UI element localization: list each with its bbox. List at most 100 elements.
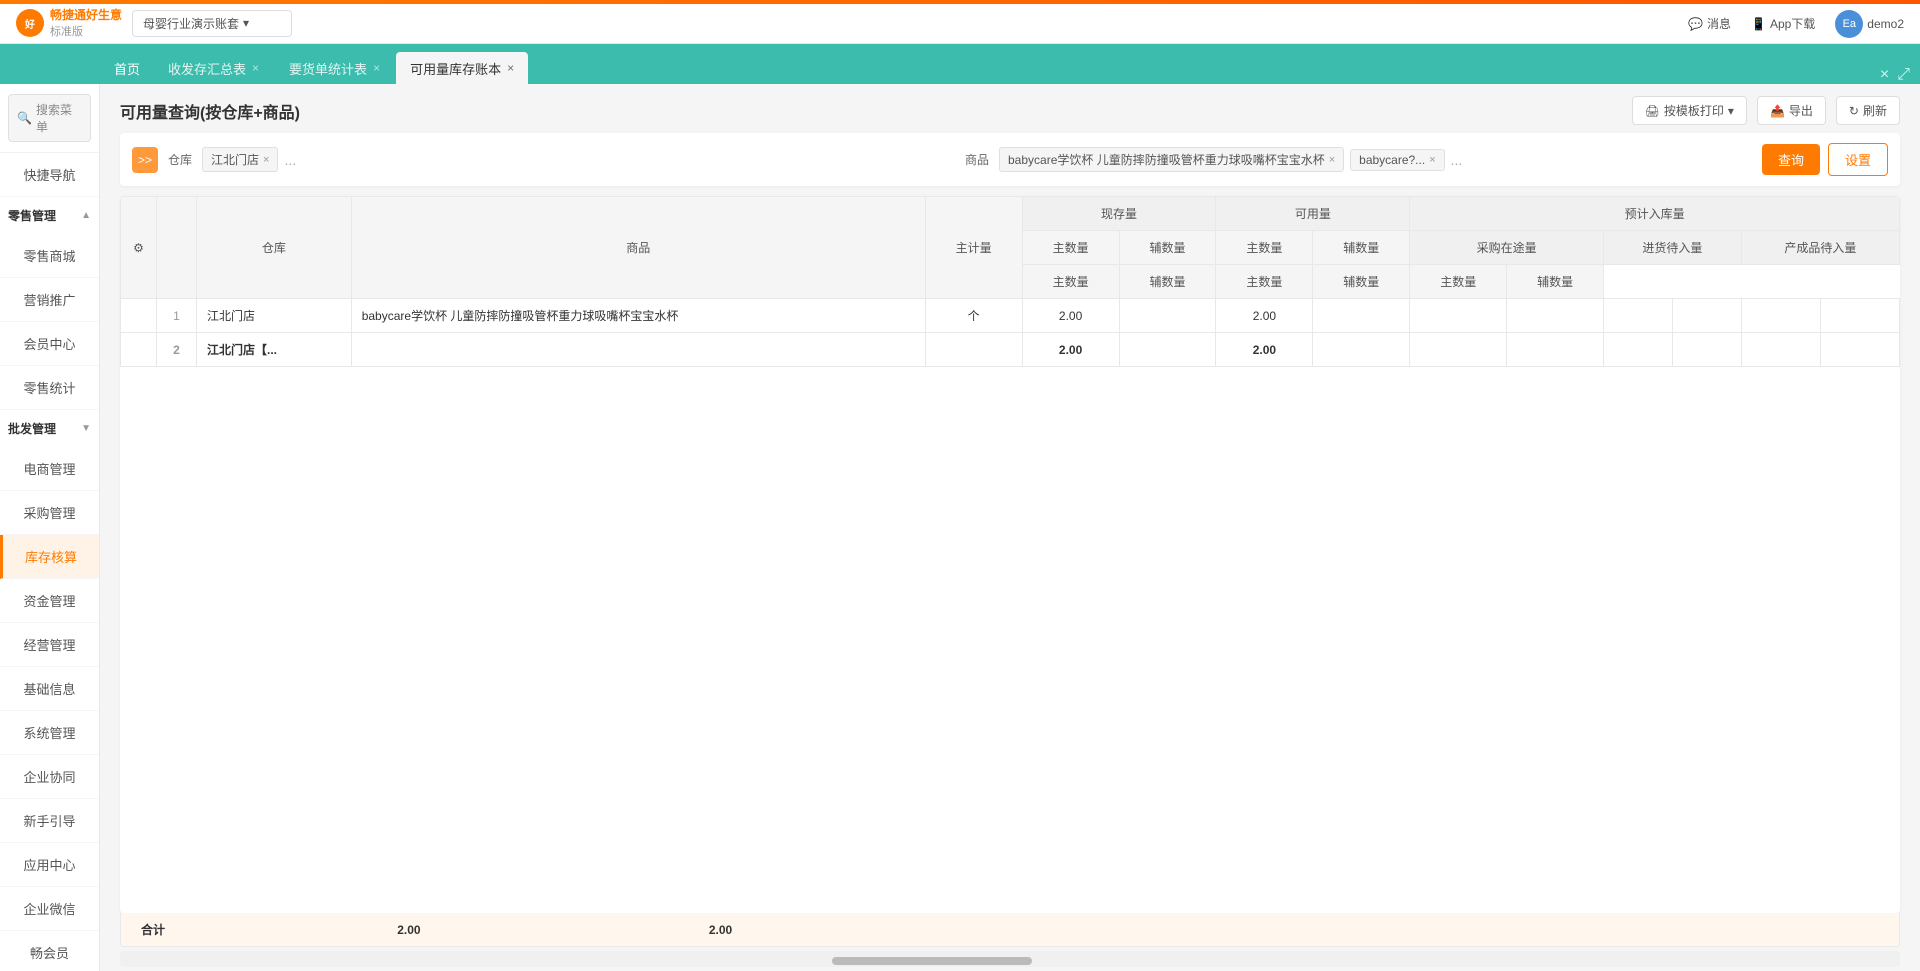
scroll-thumb[interactable] bbox=[832, 957, 1032, 965]
home-tab-label: 首页 bbox=[114, 59, 140, 78]
sidebar-search-area: 🔍 搜索菜单 bbox=[0, 84, 99, 153]
footer-purchase-main bbox=[954, 923, 1110, 937]
table-footer: 合计 2.00 2.00 bbox=[120, 913, 1900, 947]
logo-icon: 好 bbox=[16, 9, 44, 37]
sidebar-retail-mall-label: 零售商城 bbox=[23, 249, 75, 264]
product-tag-2-remove[interactable]: × bbox=[1429, 154, 1435, 166]
user-menu[interactable]: Ea demo2 bbox=[1835, 10, 1904, 38]
warehouse-tag-remove[interactable]: × bbox=[263, 154, 269, 166]
tab-close-all-button[interactable]: × bbox=[1880, 66, 1889, 84]
tab-inventory-close[interactable]: × bbox=[507, 61, 514, 75]
message-icon: 💬 bbox=[1688, 17, 1703, 31]
sidebar-item-member[interactable]: 畅会员 bbox=[0, 931, 99, 971]
sidebar-item-member-center[interactable]: 会员中心 bbox=[0, 322, 99, 366]
th-warehouse: 仓库 bbox=[197, 197, 352, 299]
product-tag-1-remove[interactable]: × bbox=[1329, 154, 1335, 166]
tab-inventory[interactable]: 可用量库存账本 × bbox=[396, 52, 528, 84]
content-header: 可用量查询(按仓库+商品) 🖨 按模板打印 ▾ 📤 导出 ↻ 刷新 bbox=[100, 84, 1920, 133]
sidebar-item-retail-mall[interactable]: 零售商城 bbox=[0, 234, 99, 278]
retail-arrow-icon: ▲ bbox=[81, 210, 91, 221]
sidebar-item-enterprise-collab[interactable]: 企业协同 bbox=[0, 755, 99, 799]
th-gear[interactable]: ⚙ bbox=[121, 197, 157, 299]
tab-home[interactable]: 首页 bbox=[100, 52, 154, 84]
print-arrow-icon: ▾ bbox=[1728, 104, 1734, 118]
sidebar: 🔍 搜索菜单 快捷导航 零售管理 ▲ 零售商城 营销推广 会员中心 零售统计 批… bbox=[0, 84, 100, 971]
data-table: ⚙ 仓库 商品 主计量 现存量 可用量 预计入库量 主数量 辅数量 bbox=[120, 196, 1900, 367]
sidebar-item-marketing[interactable]: 营销推广 bbox=[0, 278, 99, 322]
tab-bar-actions: × ⤢ bbox=[1880, 66, 1920, 84]
sidebar-item-retail-stats[interactable]: 零售统计 bbox=[0, 366, 99, 410]
td-product-1: babycare学饮杯 儿童防摔防撞吸管杯重力球吸嘴杯宝宝水杯 bbox=[351, 299, 925, 333]
sidebar-item-finance[interactable]: 资金管理 bbox=[0, 579, 99, 623]
sidebar-item-inventory[interactable]: 库存核算 bbox=[0, 535, 99, 579]
app-download-button[interactable]: 📱 App下载 bbox=[1751, 15, 1815, 32]
top-bar-right: 💬 消息 📱 App下载 Ea demo2 bbox=[1688, 10, 1904, 38]
sidebar-item-ecommerce[interactable]: 电商管理 bbox=[0, 447, 99, 491]
search-menu-button[interactable]: 🔍 搜索菜单 bbox=[8, 94, 91, 142]
sidebar-item-newbie[interactable]: 新手引导 bbox=[0, 799, 99, 843]
logo-area: 好 畅捷通好生意 标准版 bbox=[16, 8, 122, 38]
top-bar-left: 好 畅捷通好生意 标准版 母婴行业演示账套 ▾ bbox=[16, 8, 292, 38]
tab-expand-button[interactable]: ⤢ bbox=[1897, 66, 1910, 84]
sidebar-system-label: 系统管理 bbox=[23, 726, 75, 741]
messages-button[interactable]: 💬 消息 bbox=[1688, 15, 1731, 32]
sidebar-purchase-label: 采购管理 bbox=[23, 506, 75, 521]
th-avail-main-qty: 主数量 bbox=[1216, 231, 1313, 265]
export-label: 导出 bbox=[1789, 102, 1813, 119]
sidebar-inventory-label: 库存核算 bbox=[25, 550, 77, 565]
td-product-2 bbox=[351, 333, 925, 367]
table-row: 1 江北门店 babycare学饮杯 儿童防摔防撞吸管杯重力球吸嘴杯宝宝水杯 个… bbox=[121, 299, 1900, 333]
industry-arrow-icon: ▾ bbox=[243, 16, 249, 30]
sidebar-item-purchase[interactable]: 采购管理 bbox=[0, 491, 99, 535]
query-button[interactable]: 查询 bbox=[1762, 144, 1820, 175]
sidebar-item-app-center[interactable]: 应用中心 bbox=[0, 843, 99, 887]
td-purchase-aux-2 bbox=[1507, 333, 1604, 367]
td-prod-aux-1 bbox=[1820, 299, 1899, 333]
product-tags: babycare学饮杯 儿童防摔防撞吸管杯重力球吸嘴杯宝宝水杯 × babyca… bbox=[999, 147, 1752, 172]
sidebar-item-retail-management[interactable]: 零售管理 ▲ bbox=[0, 197, 99, 234]
sidebar-item-system[interactable]: 系统管理 bbox=[0, 711, 99, 755]
tab-receivables-close[interactable]: × bbox=[252, 61, 259, 75]
tab-orders-label: 要货单统计表 bbox=[289, 59, 367, 78]
tab-orders-close[interactable]: × bbox=[373, 61, 380, 75]
td-rownum-1: 1 bbox=[157, 299, 197, 333]
sidebar-item-quick-nav[interactable]: 快捷导航 bbox=[0, 153, 99, 197]
sidebar-retail-stats-label: 零售统计 bbox=[23, 381, 75, 396]
footer-avail-aux bbox=[798, 923, 954, 937]
header-actions: 🖨 按模板打印 ▾ 📤 导出 ↻ 刷新 bbox=[1632, 96, 1900, 125]
td-incoming-main-1 bbox=[1604, 299, 1673, 333]
tab-receivables[interactable]: 收发存汇总表 × bbox=[154, 52, 273, 84]
td-gear-1[interactable] bbox=[121, 299, 157, 333]
th-estimated-inbound: 预计入库量 bbox=[1410, 197, 1900, 231]
td-current-aux-1 bbox=[1119, 299, 1216, 333]
print-button[interactable]: 🖨 按模板打印 ▾ bbox=[1632, 96, 1747, 125]
th-current-stock: 现存量 bbox=[1022, 197, 1216, 231]
product-more-button[interactable]: ... bbox=[1451, 152, 1463, 168]
sidebar-item-wholesale[interactable]: 批发管理 ▼ bbox=[0, 410, 99, 447]
industry-selector[interactable]: 母婴行业演示账套 ▾ bbox=[132, 10, 292, 37]
td-prod-main-2 bbox=[1741, 333, 1820, 367]
td-incoming-main-2 bbox=[1604, 333, 1673, 367]
refresh-button[interactable]: ↻ 刷新 bbox=[1836, 96, 1900, 125]
sidebar-retail-label: 零售管理 bbox=[8, 207, 56, 224]
th-purchase-aux: 辅数量 bbox=[1119, 265, 1216, 299]
bottom-scroll[interactable] bbox=[120, 951, 1900, 967]
tab-orders[interactable]: 要货单统计表 × bbox=[275, 52, 394, 84]
export-button[interactable]: 📤 导出 bbox=[1757, 96, 1826, 125]
th-incoming-pending: 进货待入量 bbox=[1604, 231, 1742, 265]
industry-label: 母婴行业演示账套 bbox=[143, 15, 239, 32]
sidebar-item-wechat[interactable]: 企业微信 bbox=[0, 887, 99, 931]
filter-expand-button[interactable]: >> bbox=[132, 147, 158, 173]
sidebar-item-operations[interactable]: 经营管理 bbox=[0, 623, 99, 667]
td-prod-main-1 bbox=[1741, 299, 1820, 333]
td-unit-2 bbox=[925, 333, 1022, 367]
footer-cells: 2.00 2.00 bbox=[331, 923, 1889, 937]
warehouse-more-button[interactable]: ... bbox=[284, 152, 296, 168]
td-gear-2[interactable] bbox=[121, 333, 157, 367]
setting-button[interactable]: 设置 bbox=[1828, 143, 1888, 176]
content-area: 可用量查询(按仓库+商品) 🖨 按模板打印 ▾ 📤 导出 ↻ 刷新 bbox=[100, 84, 1920, 971]
sidebar-item-basic-info[interactable]: 基础信息 bbox=[0, 667, 99, 711]
warehouse-tag: 江北门店 × bbox=[202, 147, 278, 172]
td-current-main-1: 2.00 bbox=[1022, 299, 1119, 333]
footer-label: 合计 bbox=[131, 921, 331, 938]
